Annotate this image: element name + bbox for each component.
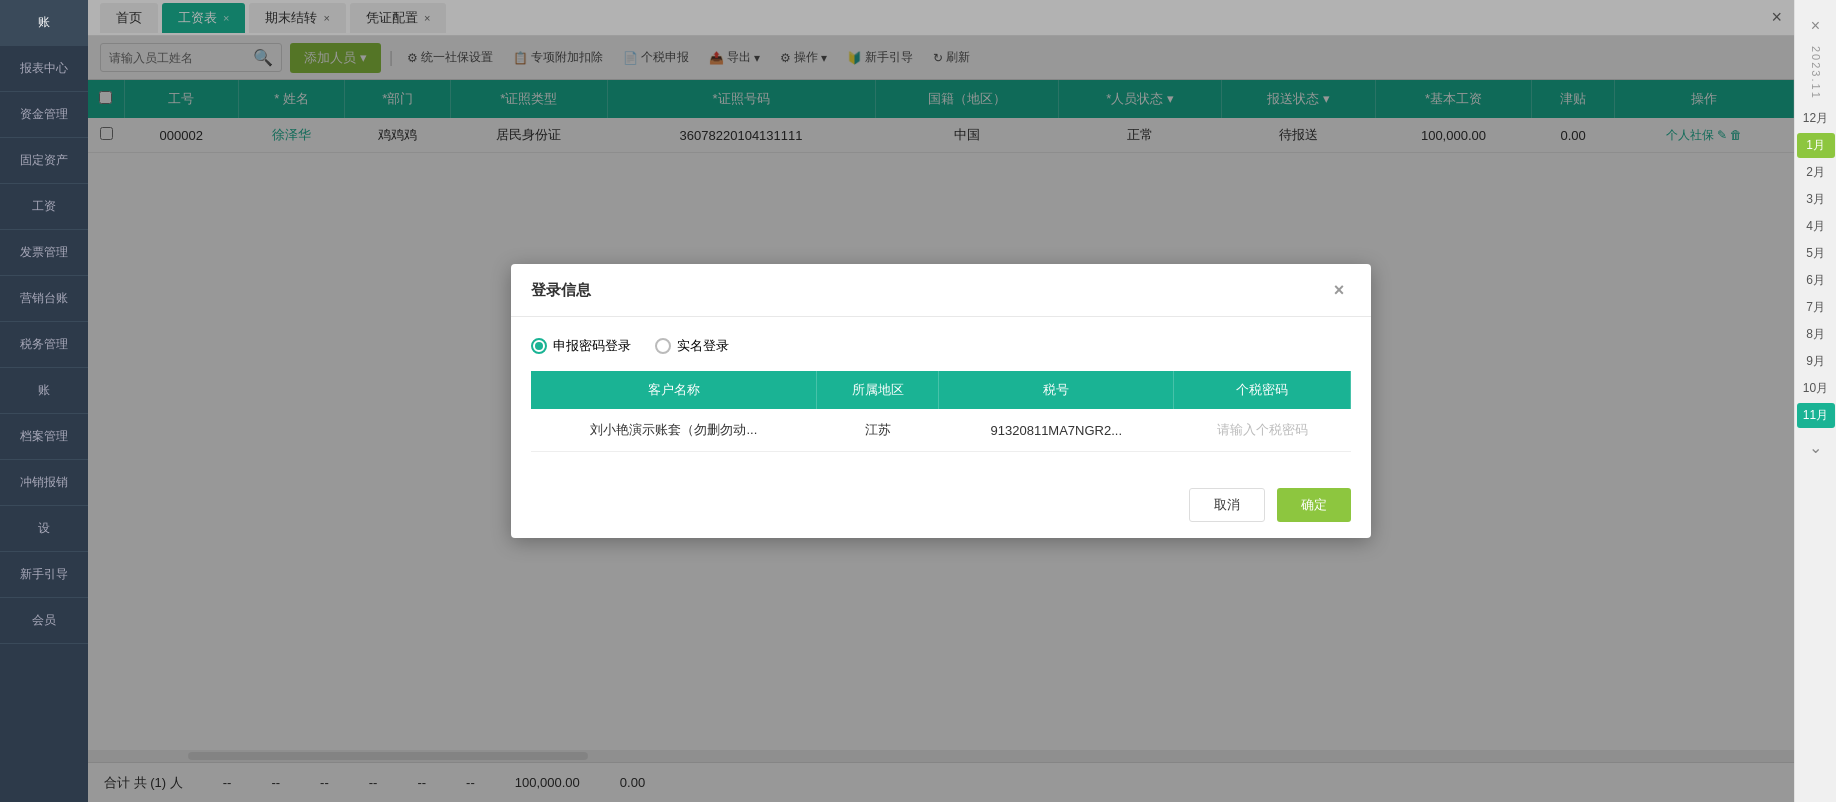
login-table: 客户名称 所属地区 税号 个税密码 刘小艳演示账套（勿删勿动... 江苏 913…: [531, 371, 1351, 452]
dialog-table-row: 刘小艳演示账套（勿删勿动... 江苏 91320811MA7NGR2... 请输…: [531, 409, 1351, 452]
sidebar-item-账[interactable]: 账: [0, 0, 88, 46]
dialog-footer: 取消 确定: [511, 472, 1371, 538]
cal-month-8[interactable]: 8月: [1797, 322, 1835, 347]
cal-month-12[interactable]: 12月: [1797, 106, 1835, 131]
dialog-overlay: 登录信息 × 申报密码登录 实名登录: [88, 0, 1794, 802]
dialog-col-taxno: 税号: [939, 371, 1174, 409]
cal-month-10[interactable]: 10月: [1797, 376, 1835, 401]
dialog-cell-name: 刘小艳演示账套（勿删勿动...: [531, 409, 817, 452]
login-dialog: 登录信息 × 申报密码登录 实名登录: [511, 264, 1371, 538]
sidebar-item-冲销报销[interactable]: 冲销报销: [0, 460, 88, 506]
main-area: 首页 工资表 × 期末结转 × 凭证配置 × × 🔍 添加人员 ▾ | ⚙ 统一…: [88, 0, 1794, 802]
sidebar-item-资金管理[interactable]: 资金管理: [0, 92, 88, 138]
dialog-cell-taxno: 91320811MA7NGR2...: [939, 409, 1174, 452]
cancel-button[interactable]: 取消: [1189, 488, 1265, 522]
cal-month-3[interactable]: 3月: [1797, 187, 1835, 212]
cal-month-2[interactable]: 2月: [1797, 160, 1835, 185]
dialog-col-password: 个税密码: [1174, 371, 1351, 409]
sidebar: 账 报表中心 资金管理 固定资产 工资 发票管理 营销台账 税务管理 账 档案管…: [0, 0, 88, 802]
dialog-cell-region: 江苏: [817, 409, 939, 452]
cal-month-5[interactable]: 5月: [1797, 241, 1835, 266]
collapse-icon[interactable]: ×: [1798, 8, 1834, 44]
cal-month-1[interactable]: 1月: [1797, 133, 1835, 158]
dialog-title: 登录信息: [531, 281, 591, 300]
sidebar-item-报表中心[interactable]: 报表中心: [0, 46, 88, 92]
calendar-year: 2023.11: [1810, 46, 1822, 100]
sidebar-item-固定资产[interactable]: 固定资产: [0, 138, 88, 184]
cal-month-6[interactable]: 6月: [1797, 268, 1835, 293]
radio-real-name-login[interactable]: 实名登录: [655, 337, 729, 355]
dialog-close-button[interactable]: ×: [1327, 278, 1351, 302]
radio-password-login[interactable]: 申报密码登录: [531, 337, 631, 355]
confirm-button[interactable]: 确定: [1277, 488, 1351, 522]
dialog-header: 登录信息 ×: [511, 264, 1371, 317]
sidebar-item-营销台账[interactable]: 营销台账: [0, 276, 88, 322]
sidebar-item-发票管理[interactable]: 发票管理: [0, 230, 88, 276]
dialog-body: 申报密码登录 实名登录 客户名称 所属地区 税号 个税密码: [511, 317, 1371, 472]
sidebar-item-设[interactable]: 设: [0, 506, 88, 552]
radio-dot-selected: [531, 338, 547, 354]
sidebar-item-会员[interactable]: 会员: [0, 598, 88, 644]
sidebar-item-档案管理[interactable]: 档案管理: [0, 414, 88, 460]
dialog-col-name: 客户名称: [531, 371, 817, 409]
radio-dot-unselected: [655, 338, 671, 354]
dialog-cell-password[interactable]: 请输入个税密码: [1174, 409, 1351, 452]
scroll-down-icon[interactable]: ⌄: [1798, 430, 1834, 466]
sidebar-item-税务管理[interactable]: 税务管理: [0, 322, 88, 368]
calendar-sidebar: × 2023.11 12月 1月 2月 3月 4月 5月 6月 7月 8月 9月…: [1794, 0, 1836, 802]
login-type-radio-group: 申报密码登录 实名登录: [531, 337, 1351, 355]
dialog-col-region: 所属地区: [817, 371, 939, 409]
cal-month-9[interactable]: 9月: [1797, 349, 1835, 374]
cal-month-7[interactable]: 7月: [1797, 295, 1835, 320]
sidebar-item-工资[interactable]: 工资: [0, 184, 88, 230]
cal-month-4[interactable]: 4月: [1797, 214, 1835, 239]
sidebar-item-账2[interactable]: 账: [0, 368, 88, 414]
cal-month-11[interactable]: 11月: [1797, 403, 1835, 428]
sidebar-item-新手引导[interactable]: 新手引导: [0, 552, 88, 598]
